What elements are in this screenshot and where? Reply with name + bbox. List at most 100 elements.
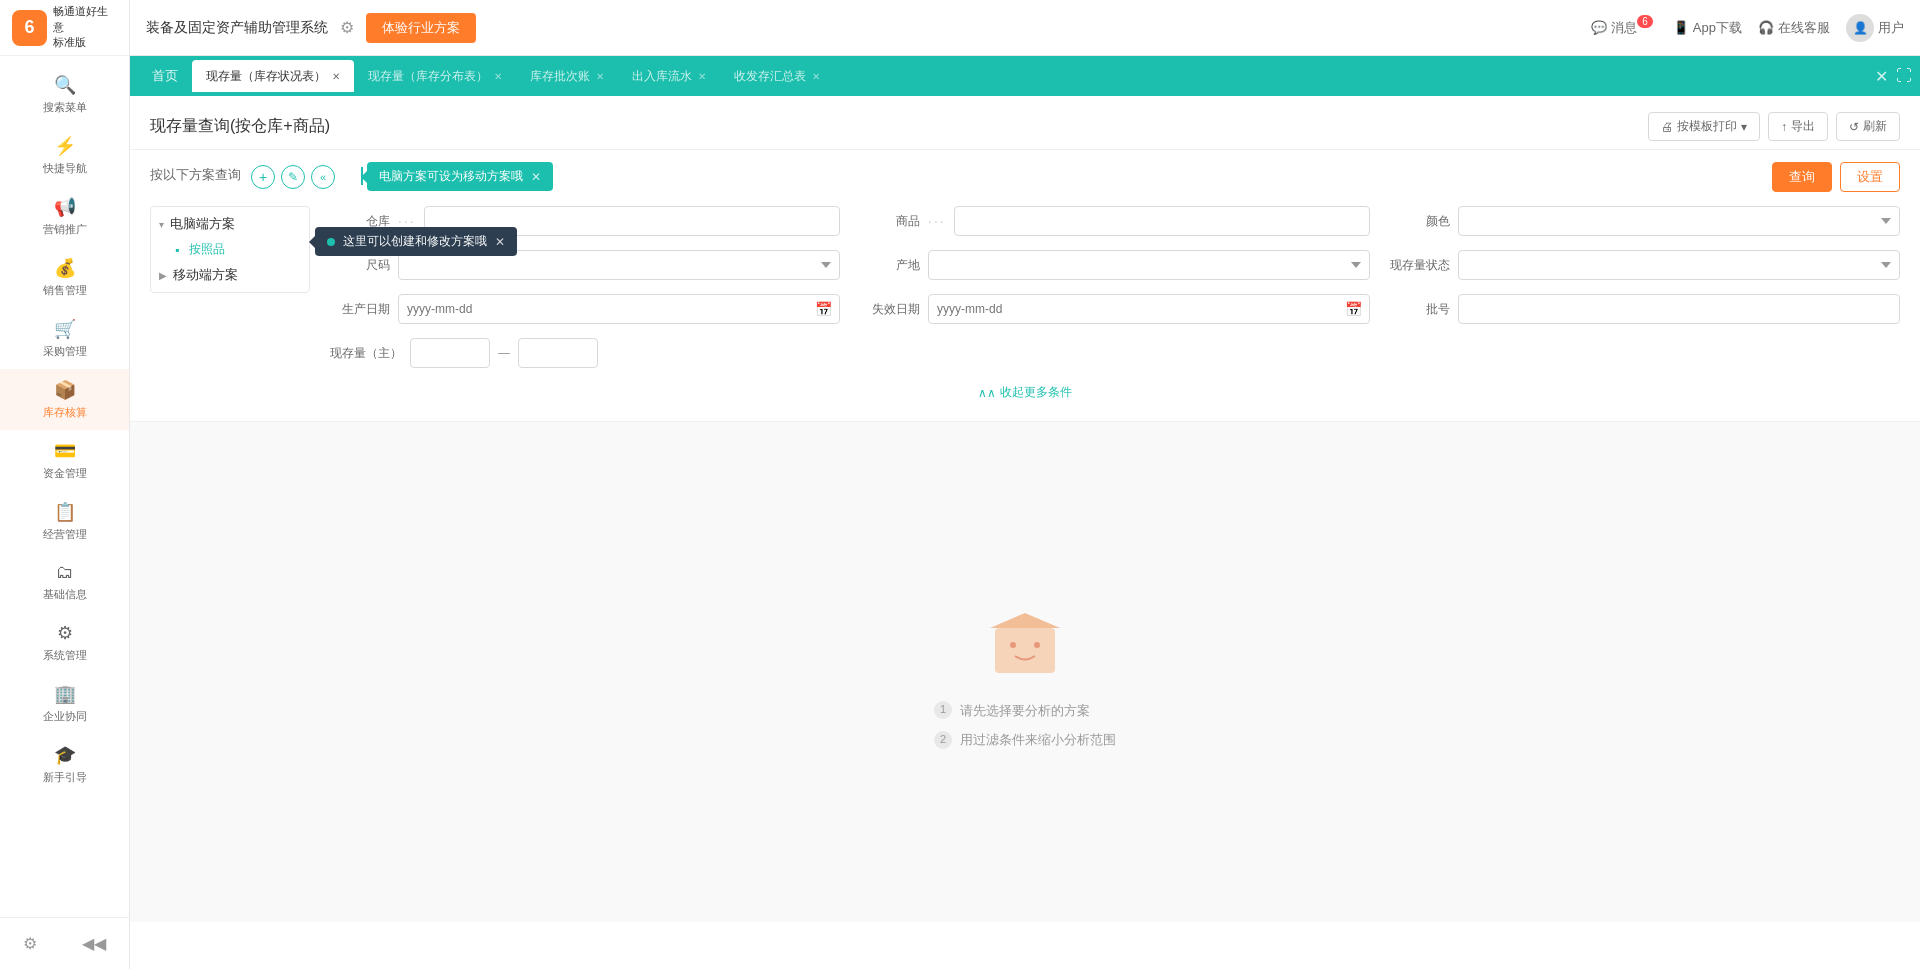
tooltip-scheme-set: 电脑方案可设为移动方案哦 ✕ xyxy=(367,162,553,191)
expiry-date-calendar-icon[interactable]: 📅 xyxy=(1345,301,1362,317)
produce-date-calendar-icon[interactable]: 📅 xyxy=(815,301,832,317)
nav-item-system[interactable]: ⚙ 系统管理 xyxy=(0,612,129,673)
tab-recv-send[interactable]: 收发存汇总表 ✕ xyxy=(720,60,834,92)
nav-item-inventory[interactable]: 📦 库存核算 xyxy=(0,369,129,430)
tree-collapse-icon: ▶ xyxy=(159,270,167,281)
product-more-icon[interactable]: ··· xyxy=(928,213,946,229)
tab-close-inventory-status[interactable]: ✕ xyxy=(332,71,340,82)
nav-item-operations[interactable]: 📋 经营管理 xyxy=(0,491,129,552)
inventory-icon: 📦 xyxy=(54,379,76,401)
arrow-left-btn[interactable]: « xyxy=(311,165,335,189)
expiry-date-wrap: 📅 xyxy=(928,294,1370,324)
nav-item-sales[interactable]: 💰 销售管理 xyxy=(0,247,129,308)
user-btn[interactable]: 👤 用户 xyxy=(1846,14,1904,42)
app-download-btn[interactable]: 📱 App下载 xyxy=(1673,19,1742,37)
header-settings-icon[interactable]: ⚙ xyxy=(340,18,354,37)
search-area: 按以下方案查询 + ✎ « 电脑方案可设为移动方案哦 ✕ xyxy=(130,150,1920,422)
color-select[interactable] xyxy=(1458,206,1900,236)
online-support-btn[interactable]: 🎧 在线客服 xyxy=(1758,19,1830,37)
scheme-desktop[interactable]: ▾ 电脑端方案 xyxy=(151,211,309,237)
nav-item-purchase[interactable]: 🛒 采购管理 xyxy=(0,308,129,369)
tab-close-recv-send[interactable]: ✕ xyxy=(812,71,820,82)
tab-close-inventory-dist[interactable]: ✕ xyxy=(494,71,502,82)
tab-close-batch-ledger[interactable]: ✕ xyxy=(596,71,604,82)
produce-date-label: 生产日期 xyxy=(330,301,390,318)
close-all-tabs-icon[interactable]: ✕ xyxy=(1875,67,1888,86)
print-btn[interactable]: 🖨 按模板打印 ▾ xyxy=(1648,112,1760,141)
try-plan-button[interactable]: 体验行业方案 xyxy=(366,13,476,43)
sidebar-bottom: ⚙ ◀◀ xyxy=(0,917,129,969)
message-icon: 💬 xyxy=(1591,20,1607,35)
tooltip1-close-icon[interactable]: ✕ xyxy=(531,170,541,184)
printer-icon: 🖨 xyxy=(1661,120,1673,134)
stock-status-label: 现存量状态 xyxy=(1390,257,1450,274)
refresh-btn[interactable]: ↺ 刷新 xyxy=(1836,112,1900,141)
color-label: 颜色 xyxy=(1390,213,1450,230)
settings-search-btn[interactable]: 设置 xyxy=(1840,162,1900,192)
settings-bottom-icon[interactable]: ⚙ xyxy=(17,928,43,959)
main-content: 现存量查询(按仓库+商品) 🖨 按模板打印 ▾ ↑ 导出 ↺ 刷新 xyxy=(130,96,1920,969)
filter-expiry-date: 失效日期 📅 xyxy=(860,294,1370,324)
product-label: 商品 xyxy=(860,213,920,230)
logo-text: 畅通道好生意 标准版 xyxy=(53,4,117,50)
headphone-icon: 🎧 xyxy=(1758,20,1774,35)
system-title: 装备及固定资产辅助管理系统 xyxy=(146,19,328,37)
newbie-icon: 🎓 xyxy=(54,744,76,766)
collapse-btn[interactable]: ∧∧ 收起更多条件 xyxy=(978,384,1072,401)
nav-item-finance[interactable]: 💳 资金管理 xyxy=(0,430,129,491)
finance-icon: 💳 xyxy=(54,440,76,462)
add-scheme-btn[interactable]: + xyxy=(251,165,275,189)
nav-item-enterprise[interactable]: 🏢 企业协同 xyxy=(0,673,129,734)
step1-num: 1 xyxy=(934,701,952,719)
expiry-date-input[interactable] xyxy=(928,294,1370,324)
range-separator: — xyxy=(498,346,510,360)
export-icon: ↑ xyxy=(1781,120,1787,134)
svg-point-1 xyxy=(1010,642,1016,648)
guide-icon: ⚡ xyxy=(54,135,76,157)
expiry-date-label: 失效日期 xyxy=(860,301,920,318)
sidebar-nav: 🔍 搜索菜单 ⚡ 快捷导航 📢 营销推广 💰 销售管理 🛒 采购管理 📦 库存核… xyxy=(0,56,129,917)
export-btn[interactable]: ↑ 导出 xyxy=(1768,112,1828,141)
page-title: 现存量查询(按仓库+商品) xyxy=(150,116,330,137)
print-dropdown-icon: ▾ xyxy=(1741,120,1747,134)
tooltip-indicator xyxy=(327,238,335,246)
nav-item-marketing[interactable]: 📢 营销推广 xyxy=(0,186,129,247)
tab-batch-ledger[interactable]: 库存批次账 ✕ xyxy=(516,60,618,92)
collapse-up-icon: ∧∧ xyxy=(978,386,996,400)
tooltip2-close-icon[interactable]: ✕ xyxy=(495,235,505,249)
tab-inventory-status[interactable]: 现存量（库存状况表） ✕ xyxy=(192,60,354,92)
scheme-mobile[interactable]: ▶ 移动端方案 xyxy=(151,262,309,288)
nav-item-base[interactable]: 🗂 基础信息 xyxy=(0,552,129,612)
empty-illustration xyxy=(975,593,1075,683)
origin-label: 产地 xyxy=(860,257,920,274)
product-input[interactable] xyxy=(954,206,1370,236)
collapse-row: ∧∧ 收起更多条件 xyxy=(150,376,1900,409)
filter-batch: 批号 xyxy=(1390,294,1900,324)
origin-select[interactable] xyxy=(928,250,1370,280)
filter-product: 商品 ··· xyxy=(860,206,1370,236)
empty-text: 1 请先选择要分析的方案 2 用过滤条件来缩小分析范围 xyxy=(934,699,1116,752)
produce-date-input[interactable] xyxy=(398,294,840,324)
logo-area: 6 畅通道好生意 标准版 xyxy=(0,0,129,56)
scheme-sub-item[interactable]: ▪ 按照品 xyxy=(151,237,309,262)
search-btn[interactable]: 查询 xyxy=(1772,162,1832,192)
collapse-sidebar-icon[interactable]: ◀◀ xyxy=(76,928,112,959)
marketing-icon: 📢 xyxy=(54,196,76,218)
search-label: 按以下方案查询 xyxy=(150,162,241,184)
stock-qty-min-input[interactable] xyxy=(410,338,490,368)
messages-btn[interactable]: 💬 消息 6 xyxy=(1591,19,1657,37)
nav-item-search[interactable]: 🔍 搜索菜单 xyxy=(0,64,129,125)
nav-item-newbie[interactable]: 🎓 新手引导 xyxy=(0,734,129,795)
tab-close-in-out-flow[interactable]: ✕ xyxy=(698,71,706,82)
nav-item-guide[interactable]: ⚡ 快捷导航 xyxy=(0,125,129,186)
tab-home[interactable]: 首页 xyxy=(138,67,192,85)
edit-scheme-btn[interactable]: ✎ xyxy=(281,165,305,189)
stock-qty-max-input[interactable] xyxy=(518,338,598,368)
filter-origin: 产地 xyxy=(860,250,1370,280)
tab-inventory-dist[interactable]: 现存量（库存分布表） ✕ xyxy=(354,60,516,92)
fullscreen-icon[interactable]: ⛶ xyxy=(1896,67,1912,85)
tab-in-out-flow[interactable]: 出入库流水 ✕ xyxy=(618,60,720,92)
batch-input[interactable] xyxy=(1458,294,1900,324)
empty-hint-1: 1 请先选择要分析的方案 xyxy=(934,699,1116,722)
stock-status-select[interactable] xyxy=(1458,250,1900,280)
